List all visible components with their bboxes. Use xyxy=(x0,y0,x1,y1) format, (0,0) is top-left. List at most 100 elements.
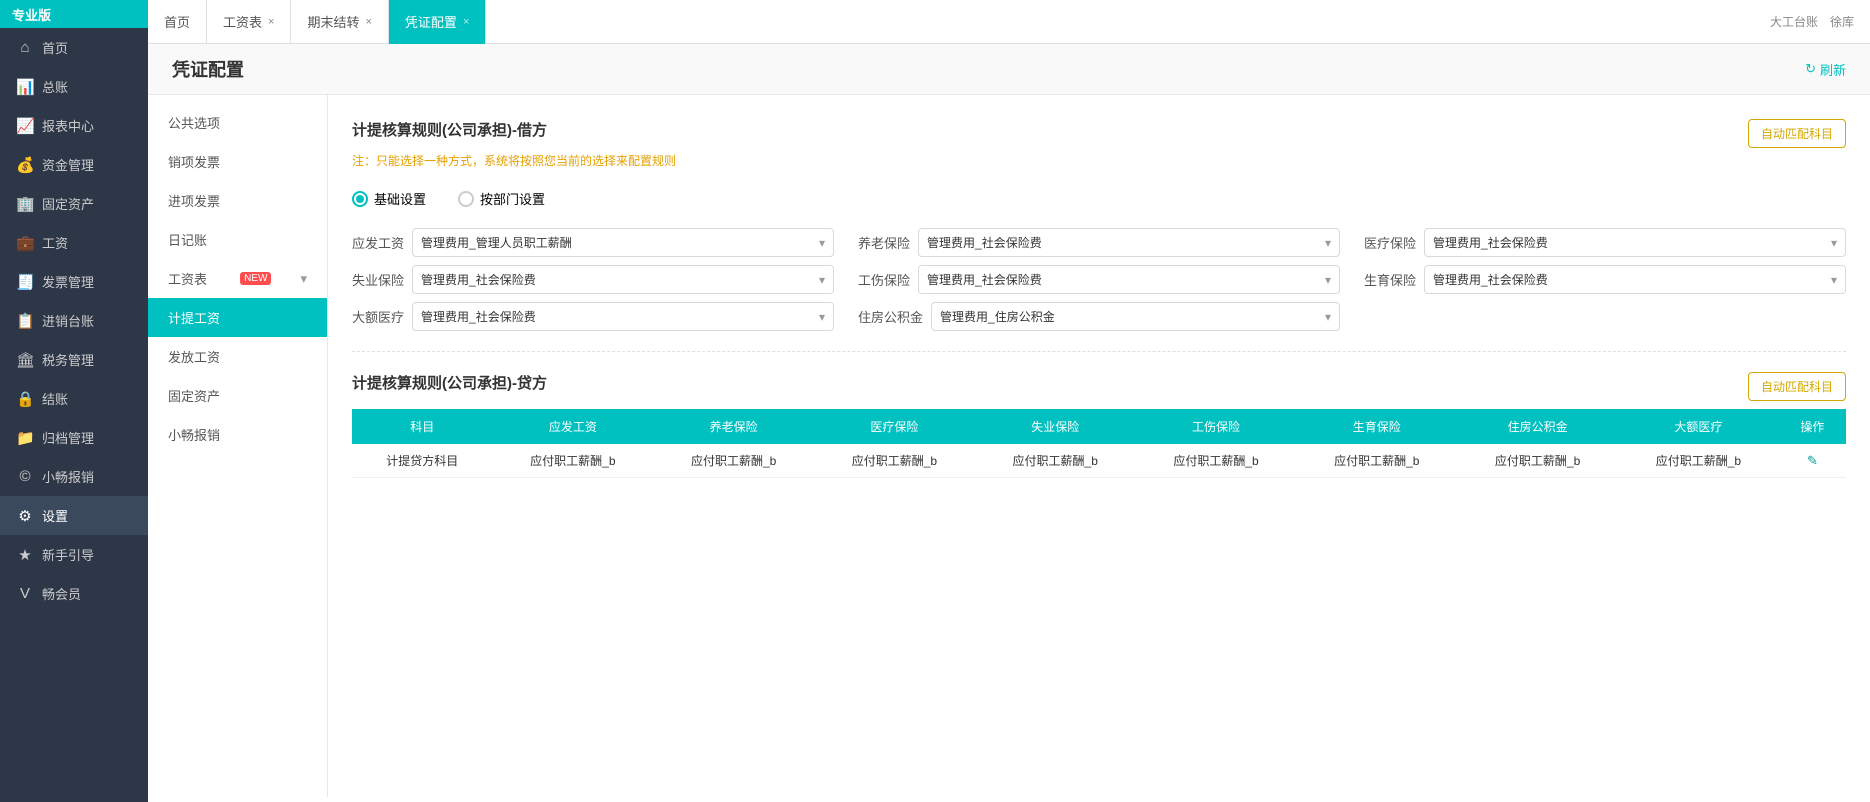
tab-payroll-close[interactable]: × xyxy=(268,16,274,28)
form-item-empty xyxy=(1364,302,1846,331)
th-ylbx2: 医疗保险 xyxy=(814,409,975,444)
chevron-down-icon: ▾ xyxy=(300,271,307,287)
tab-period-close[interactable]: 期末结转 × xyxy=(291,0,388,44)
tab-voucher-close[interactable]: × xyxy=(463,16,469,28)
sidebar-item-label: 报表中心 xyxy=(42,116,94,135)
form-select-yfgz[interactable]: 管理费用_管理人员职工薪酬 ▾ xyxy=(412,228,834,257)
sidebar-item-label: 小畅报销 xyxy=(42,467,94,486)
form-select-sybx[interactable]: 管理费用_社会保险费 ▾ xyxy=(412,265,834,294)
radio-basic-setup[interactable]: 基础设置 xyxy=(352,189,426,208)
auto-match-button-2[interactable]: 自动匹配科目 xyxy=(1748,372,1846,401)
td-deyiliao: 应付职工薪酬_b xyxy=(1618,444,1779,478)
th-subject: 科目 xyxy=(352,409,492,444)
sidebar-item-archive[interactable]: 📁 归档管理 xyxy=(0,418,148,457)
section1-title-area: 计提核算规则(公司承担)-借方 注：只能选择一种方式，系统将按照您当前的选择来配… xyxy=(352,119,676,185)
left-nav-item-xiaochang-expense[interactable]: 小畅报销 xyxy=(148,415,327,454)
sidebar-item-guide[interactable]: ★ 新手引导 xyxy=(0,535,148,574)
tab-payroll-table[interactable]: 工资表 × xyxy=(207,0,291,44)
left-nav-item-distribute-payroll[interactable]: 发放工资 xyxy=(148,337,327,376)
chevron-down-icon: ▾ xyxy=(1325,236,1331,250)
sidebar-item-payroll[interactable]: 💼 工资 xyxy=(0,223,148,262)
home-icon: ⌂ xyxy=(16,39,34,56)
sidebar-item-fund-management[interactable]: 💰 资金管理 xyxy=(0,145,148,184)
tab-payroll-label: 工资表 xyxy=(223,12,262,31)
tax-icon: 🏛 xyxy=(16,351,34,369)
form-select-zfgjj[interactable]: 管理费用_住房公积金 ▾ xyxy=(931,302,1340,331)
section1-note: 注：只能选择一种方式，系统将按照您当前的选择来配置规则 xyxy=(352,152,676,169)
left-nav-item-sales-invoice[interactable]: 销项发票 xyxy=(148,142,327,181)
td-action[interactable]: ✎ xyxy=(1779,444,1846,478)
sidebar-item-report-center[interactable]: 📈 报表中心 xyxy=(0,106,148,145)
th-ylbx: 养老保险 xyxy=(653,409,814,444)
form-item-deyiliao: 大额医疗 管理费用_社会保险费 ▾ xyxy=(352,302,834,331)
page-title: 凭证配置 xyxy=(172,56,244,82)
td-sybx: 应付职工薪酬_b xyxy=(975,444,1136,478)
left-nav-item-accrual-payroll[interactable]: 计提工资 xyxy=(148,298,327,337)
left-nav-item-purchase-invoice[interactable]: 进项发票 xyxy=(148,181,327,220)
topbar: 首页 工资表 × 期末结转 × 凭证配置 × 大工台账 徐库 xyxy=(148,0,1870,44)
left-nav-item-public-options[interactable]: 公共选项 xyxy=(148,103,327,142)
sidebar-item-settings[interactable]: ⚙ 设置 xyxy=(0,496,148,535)
th-sybx: 失业保险 xyxy=(975,409,1136,444)
td-ylbx: 应付职工薪酬_b xyxy=(653,444,814,478)
form-select-value: 管理费用_社会保险费 xyxy=(1433,234,1548,251)
left-nav-item-fixed-assets[interactable]: 固定资产 xyxy=(148,376,327,415)
td-sybx2: 应付职工薪酬_b xyxy=(1296,444,1457,478)
chevron-down-icon: ▾ xyxy=(1325,273,1331,287)
form-select-ylbx[interactable]: 管理费用_社会保险费 ▾ xyxy=(918,228,1340,257)
sidebar-item-label: 新手引导 xyxy=(42,545,94,564)
sidebar-item-label: 畅会员 xyxy=(42,584,81,603)
tab-home[interactable]: 首页 xyxy=(148,0,207,44)
refresh-button[interactable]: ↻ 刷新 xyxy=(1805,60,1846,79)
left-nav-label: 日记账 xyxy=(168,230,207,249)
auto-match-button-1[interactable]: 自动匹配科目 xyxy=(1748,119,1846,148)
sidebar-item-label: 设置 xyxy=(42,506,68,525)
tab-voucher-config[interactable]: 凭证配置 × xyxy=(389,0,486,44)
form-row-2: 失业保险 管理费用_社会保险费 ▾ 工伤保险 管理费用_社会保险费 ▾ xyxy=(352,265,1846,294)
sidebar-item-tax-management[interactable]: 🏛 税务管理 xyxy=(0,340,148,379)
form-label-deyiliao: 大额医疗 xyxy=(352,307,404,326)
form-select-deyiliao[interactable]: 管理费用_社会保险费 ▾ xyxy=(412,302,834,331)
sidebar-item-general-ledger[interactable]: 📊 总账 xyxy=(0,67,148,106)
form-select-ylbx2[interactable]: 管理费用_社会保险费 ▾ xyxy=(1424,228,1846,257)
data-table: 科目 应发工资 养老保险 医疗保险 失业保险 工伤保险 生育保险 住房公积金 大… xyxy=(352,409,1846,478)
left-nav-item-journal[interactable]: 日记账 xyxy=(148,220,327,259)
left-nav-label: 工资表 xyxy=(168,269,207,288)
form-select-value: 管理费用_社会保险费 xyxy=(927,234,1042,251)
form-select-sybx2[interactable]: 管理费用_社会保险费 ▾ xyxy=(1424,265,1846,294)
sidebar-item-label: 首页 xyxy=(42,38,68,57)
radio-circle-dept xyxy=(458,191,474,207)
page-content: 凭证配置 ↻ 刷新 公共选项 销项发票 进项发票 日记账 xyxy=(148,44,1870,802)
tab-voucher-label: 凭证配置 xyxy=(405,12,457,31)
form-select-value: 管理费用_住房公积金 xyxy=(940,308,1055,325)
sidebar-item-invoice-management[interactable]: 🧾 发票管理 xyxy=(0,262,148,301)
section2-header: 计提核算规则(公司承担)-贷方 自动匹配科目 xyxy=(352,372,1846,405)
edit-icon[interactable]: ✎ xyxy=(1807,453,1818,468)
form-select-gsbx[interactable]: 管理费用_社会保险费 ▾ xyxy=(918,265,1340,294)
sidebar-item-xiaochang-report[interactable]: © 小畅报销 xyxy=(0,457,148,496)
left-nav-label: 小畅报销 xyxy=(168,425,220,444)
sidebar-item-member[interactable]: V 畅会员 xyxy=(0,574,148,613)
user-name: 徐库 xyxy=(1830,13,1854,30)
left-nav-label: 进项发票 xyxy=(168,191,220,210)
th-deyiliao: 大额医疗 xyxy=(1618,409,1779,444)
th-action: 操作 xyxy=(1779,409,1846,444)
sidebar-brand: 专业版 xyxy=(0,0,148,28)
left-nav-item-payroll-table[interactable]: 工资表 NEW ▾ xyxy=(148,259,327,298)
form-select-value: 管理费用_管理人员职工薪酬 xyxy=(421,234,572,251)
sidebar-item-label: 固定资产 xyxy=(42,194,94,213)
main-area: 首页 工资表 × 期末结转 × 凭证配置 × 大工台账 徐库 凭证配置 ↻ 刷新 xyxy=(148,0,1870,802)
form-item-ylbx: 养老保险 管理费用_社会保险费 ▾ xyxy=(858,228,1340,257)
tab-period-close[interactable]: × xyxy=(365,16,371,28)
form-row-1: 应发工资 管理费用_管理人员职工薪酬 ▾ 养老保险 管理费用_社会保险费 ▾ xyxy=(352,228,1846,257)
invoice-icon: 🧾 xyxy=(16,273,34,291)
radio-dept-setup[interactable]: 按部门设置 xyxy=(458,189,545,208)
sidebar-item-home[interactable]: ⌂ 首页 xyxy=(0,28,148,67)
sidebar-item-closing[interactable]: 🔒 结账 xyxy=(0,379,148,418)
sidebar-item-label: 总账 xyxy=(42,77,68,96)
section2-title: 计提核算规则(公司承担)-贷方 xyxy=(352,372,547,393)
lock-icon: 🔒 xyxy=(16,390,34,408)
sidebar-item-fixed-assets[interactable]: 🏢 固定资产 xyxy=(0,184,148,223)
sidebar-item-purchase-sales[interactable]: 📋 进销台账 xyxy=(0,301,148,340)
form-select-value: 管理费用_社会保险费 xyxy=(421,308,536,325)
